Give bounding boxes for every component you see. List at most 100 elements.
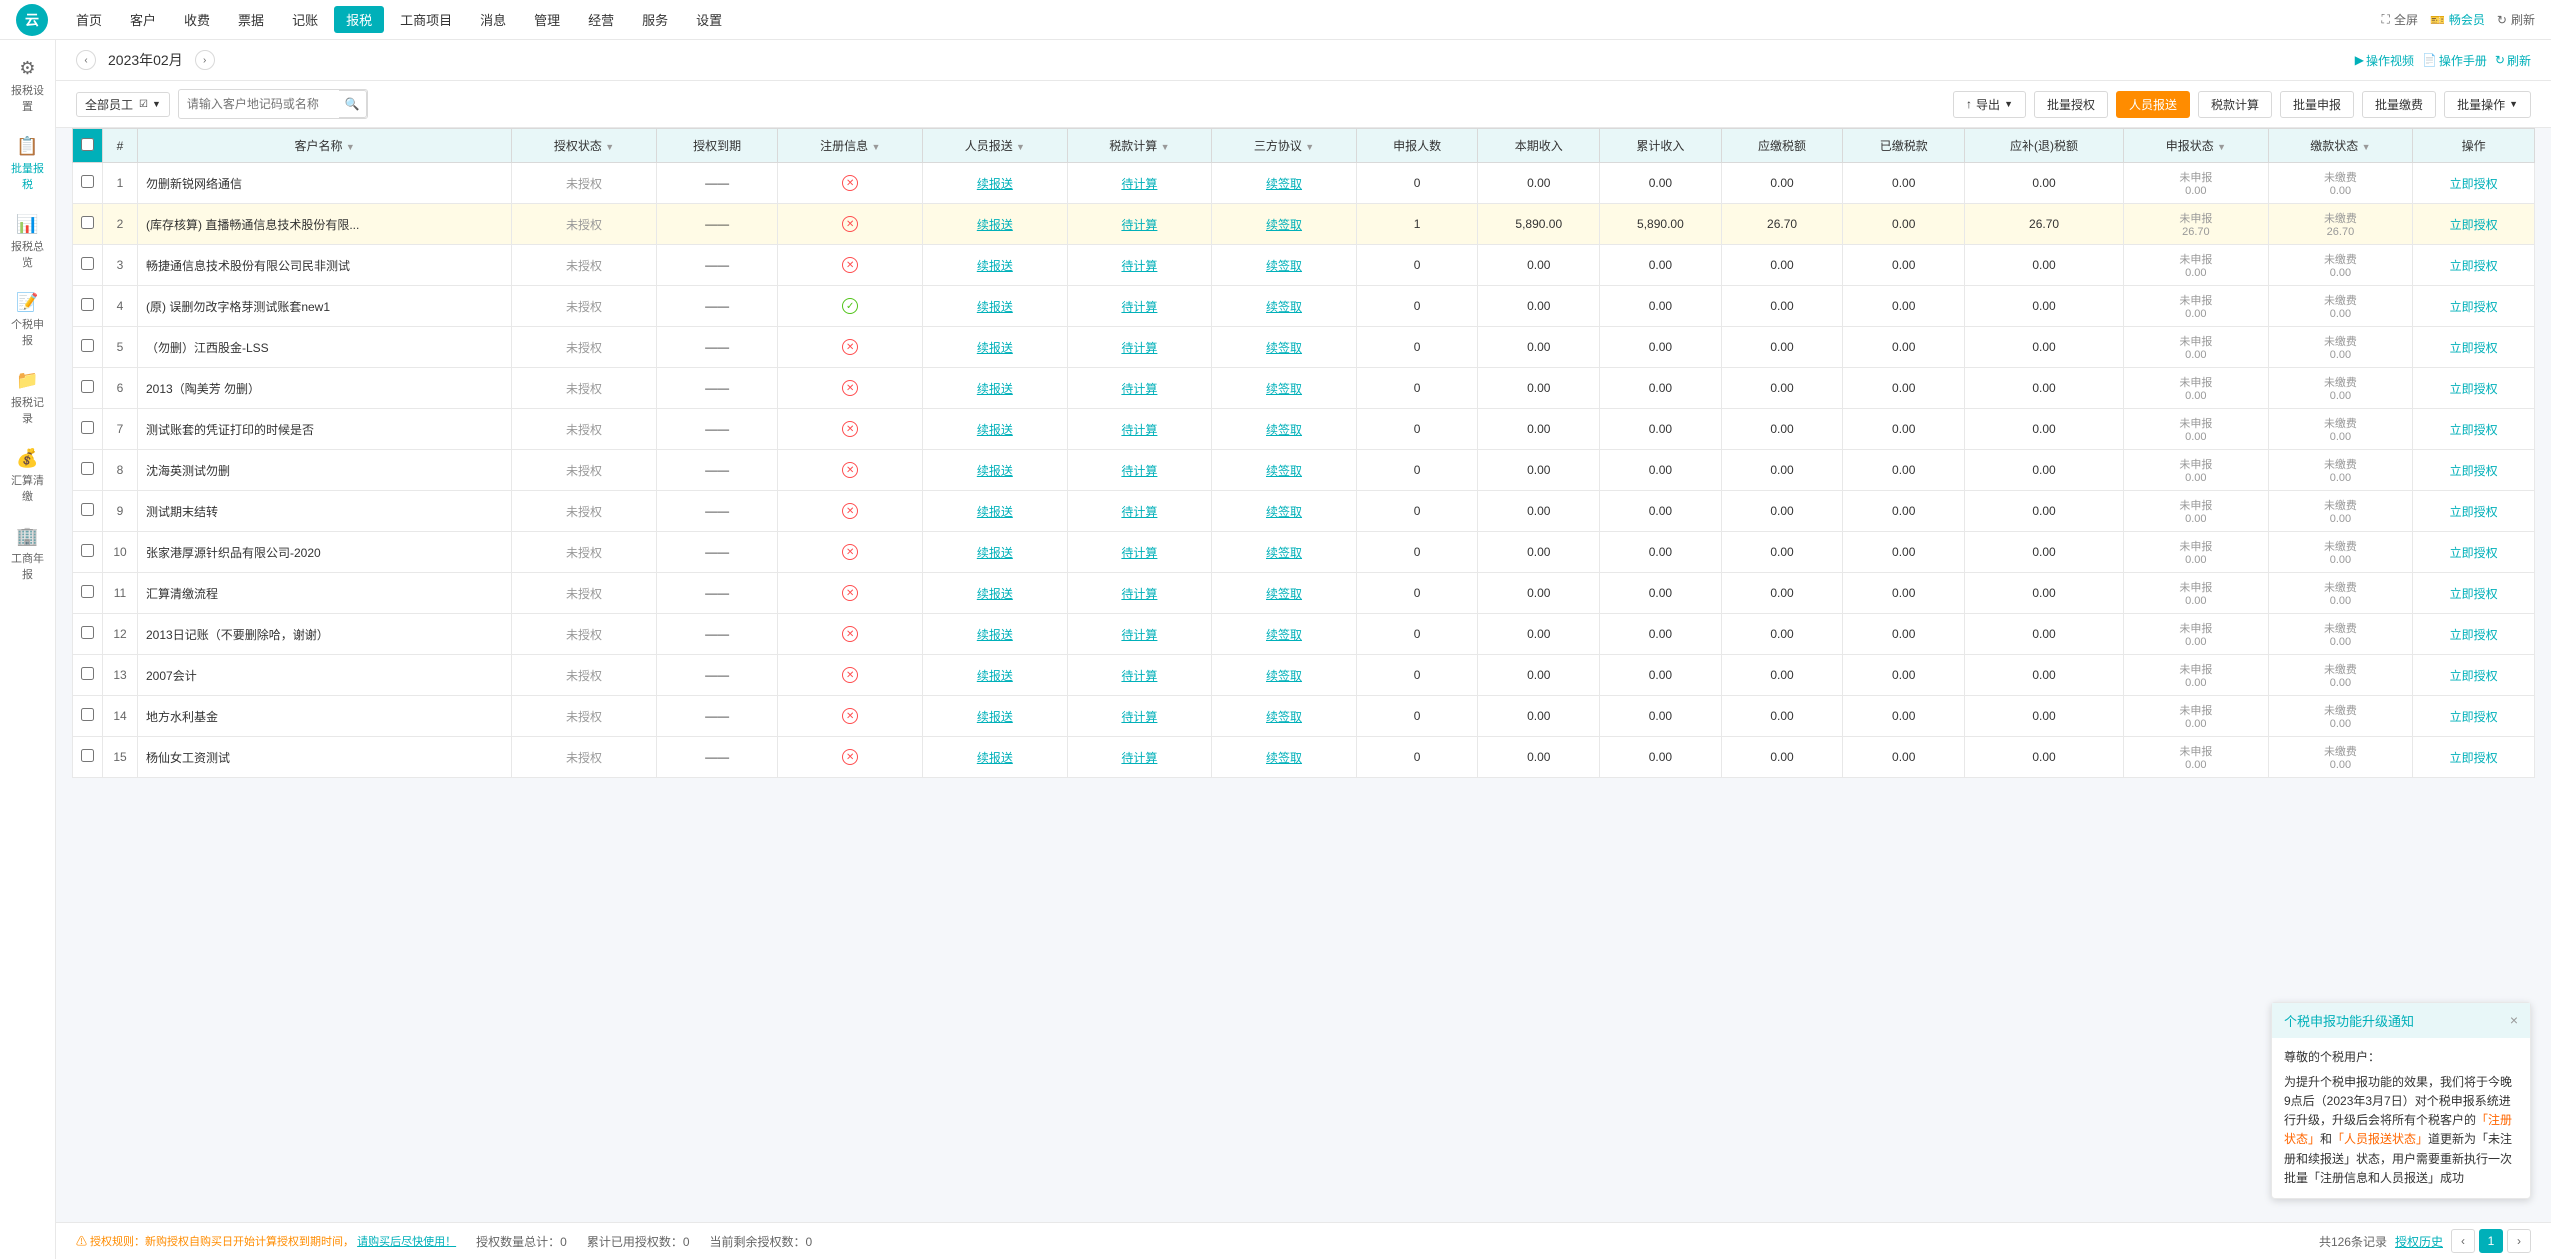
sidebar-item-personal-tax[interactable]: 📝 个税申报 [3,282,53,356]
row-checkbox[interactable] [81,749,94,762]
person-submit-link[interactable]: 续报送 [977,259,1013,273]
tax-calc-link[interactable]: 待计算 [1121,587,1157,601]
operation-video-link[interactable]: ▶ 操作视频 [2355,52,2414,69]
tripartite-link[interactable]: 续签取 [1266,546,1302,560]
row-person-submit[interactable]: 续报送 [923,573,1068,614]
row-reg-info[interactable]: ✕ [778,696,923,737]
warning-link[interactable]: 请购买后尽快使用！ [357,1236,456,1248]
row-reg-info[interactable]: ✕ [778,368,923,409]
row-customer-name[interactable]: 张家港厚源针织品有限公司-2020 [138,532,512,573]
person-submit-link[interactable]: 续报送 [977,710,1013,724]
row-tax-calc[interactable]: 待计算 [1067,491,1212,532]
row-checkbox-cell[interactable] [73,573,103,614]
row-tax-calc[interactable]: 待计算 [1067,245,1212,286]
row-tax-calc[interactable]: 待计算 [1067,532,1212,573]
person-submit-link[interactable]: 续报送 [977,587,1013,601]
row-tripartite[interactable]: 续签取 [1212,204,1357,245]
nav-service[interactable]: 服务 [630,6,680,33]
row-action-cell[interactable]: 立即授权 [2413,655,2535,696]
tax-calc-link[interactable]: 待计算 [1121,341,1157,355]
row-tripartite[interactable]: 续签取 [1212,409,1357,450]
row-customer-name[interactable]: 测试期末结转 [138,491,512,532]
tripartite-link[interactable]: 续签取 [1266,464,1302,478]
row-person-submit[interactable]: 续报送 [923,614,1068,655]
person-submit-link[interactable]: 续报送 [977,341,1013,355]
person-submit-link[interactable]: 续报送 [977,546,1013,560]
row-person-submit[interactable]: 续报送 [923,737,1068,778]
action-btn[interactable]: 立即授权 [2450,300,2498,314]
row-customer-name[interactable]: 畅捷通信息技术股份有限公司民非测试 [138,245,512,286]
action-btn[interactable]: 立即授权 [2450,259,2498,273]
tripartite-link[interactable]: 续签取 [1266,177,1302,191]
row-reg-info[interactable]: ✕ [778,245,923,286]
row-reg-info[interactable]: ✕ [778,409,923,450]
header-tax-calc[interactable]: 税款计算 [1067,129,1212,163]
row-checkbox-cell[interactable] [73,163,103,204]
row-reg-info[interactable]: ✕ [778,204,923,245]
person-submit-btn[interactable]: 人员报送 [2116,91,2190,118]
row-checkbox[interactable] [81,708,94,721]
tax-calc-link[interactable]: 待计算 [1121,259,1157,273]
tripartite-link[interactable]: 续签取 [1266,710,1302,724]
row-person-submit[interactable]: 续报送 [923,163,1068,204]
operation-manual-link[interactable]: 📄 操作手册 [2422,52,2487,69]
row-customer-name[interactable]: （勿删）江西股金-LSS [138,327,512,368]
row-customer-name[interactable]: 沈海英测试勿删 [138,450,512,491]
next-page-btn[interactable]: › [2507,1229,2531,1253]
row-tripartite[interactable]: 续签取 [1212,614,1357,655]
member-btn[interactable]: 🎫 畅会员 [2430,11,2485,28]
header-tripartite[interactable]: 三方协议 [1212,129,1357,163]
row-checkbox-cell[interactable] [73,737,103,778]
row-checkbox[interactable] [81,544,94,557]
nav-home[interactable]: 首页 [64,6,114,33]
row-reg-info[interactable]: ✕ [778,532,923,573]
action-btn[interactable]: 立即授权 [2450,505,2498,519]
person-submit-link[interactable]: 续报送 [977,669,1013,683]
refresh-btn[interactable]: ↻ 刷新 [2497,11,2535,28]
sidebar-item-annual-report[interactable]: 🏢 工商年报 [3,516,53,590]
tax-calc-link[interactable]: 待计算 [1121,382,1157,396]
row-action-cell[interactable]: 立即授权 [2413,327,2535,368]
action-btn[interactable]: 立即授权 [2450,177,2498,191]
action-btn[interactable]: 立即授权 [2450,587,2498,601]
row-tax-calc[interactable]: 待计算 [1067,573,1212,614]
header-declare-status[interactable]: 申报状态 [2124,129,2269,163]
row-checkbox-cell[interactable] [73,409,103,450]
row-reg-info[interactable]: ✕ [778,737,923,778]
notice-close-btn[interactable]: × [2510,1012,2518,1028]
person-submit-link[interactable]: 续报送 [977,505,1013,519]
row-checkbox[interactable] [81,503,94,516]
row-customer-name[interactable]: (库存核算) 直播畅通信息技术股份有限... [138,204,512,245]
row-checkbox[interactable] [81,216,94,229]
row-tripartite[interactable]: 续签取 [1212,245,1357,286]
tripartite-link[interactable]: 续签取 [1266,751,1302,765]
tax-calc-link[interactable]: 待计算 [1121,464,1157,478]
nav-message[interactable]: 消息 [468,6,518,33]
row-action-cell[interactable]: 立即授权 [2413,491,2535,532]
row-customer-name[interactable]: 2013日记账（不要删除哈，谢谢） [138,614,512,655]
row-checkbox[interactable] [81,585,94,598]
action-btn[interactable]: 立即授权 [2450,218,2498,232]
row-action-cell[interactable]: 立即授权 [2413,163,2535,204]
search-button[interactable]: 🔍 [339,90,367,118]
row-checkbox[interactable] [81,462,94,475]
row-checkbox[interactable] [81,421,94,434]
person-submit-link[interactable]: 续报送 [977,464,1013,478]
sidebar-item-annual-settlement[interactable]: 💰 汇算清缴 [3,438,53,512]
row-tripartite[interactable]: 续签取 [1212,532,1357,573]
row-checkbox-cell[interactable] [73,368,103,409]
header-pay-status[interactable]: 缴款状态 [2268,129,2413,163]
row-tax-calc[interactable]: 待计算 [1067,614,1212,655]
row-checkbox[interactable] [81,380,94,393]
row-person-submit[interactable]: 续报送 [923,696,1068,737]
person-submit-link[interactable]: 续报送 [977,751,1013,765]
row-checkbox[interactable] [81,667,94,680]
row-customer-name[interactable]: 汇算清缴流程 [138,573,512,614]
tripartite-link[interactable]: 续签取 [1266,300,1302,314]
tripartite-link[interactable]: 续签取 [1266,423,1302,437]
action-btn[interactable]: 立即授权 [2450,464,2498,478]
tax-calc-link[interactable]: 待计算 [1121,669,1157,683]
person-submit-link[interactable]: 续报送 [977,300,1013,314]
row-reg-info[interactable]: ✕ [778,327,923,368]
action-btn[interactable]: 立即授权 [2450,628,2498,642]
